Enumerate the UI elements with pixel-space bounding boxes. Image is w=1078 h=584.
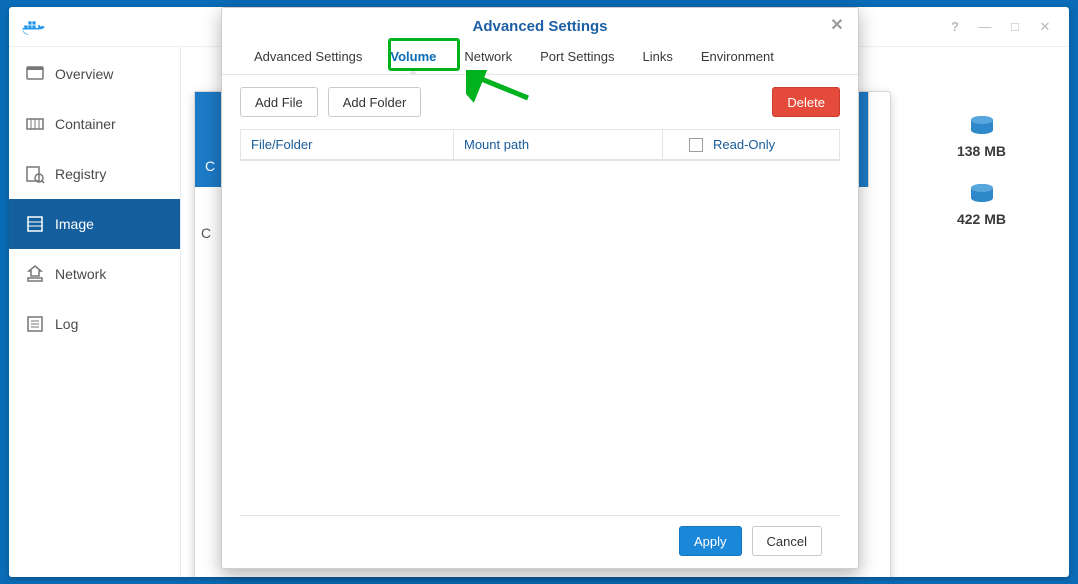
- log-icon: [25, 314, 45, 334]
- tab-port-settings[interactable]: Port Settings: [526, 41, 628, 74]
- disk-stack-icon: [968, 183, 996, 205]
- modal-body: Add File Add Folder Delete File/Folder M…: [222, 75, 858, 515]
- sidebar-item-overview[interactable]: Overview: [9, 49, 180, 99]
- tab-label: Links: [643, 49, 673, 64]
- tab-advanced-settings[interactable]: Advanced Settings: [240, 41, 376, 74]
- help-icon[interactable]: [943, 15, 967, 39]
- sidebar-item-label: Registry: [55, 166, 106, 182]
- window-minimize-icon[interactable]: [973, 15, 997, 39]
- window-maximize-icon[interactable]: [1003, 15, 1027, 39]
- registry-icon: [25, 164, 45, 184]
- sidebar-item-label: Image: [55, 216, 94, 232]
- add-file-button[interactable]: Add File: [240, 87, 318, 117]
- column-read-only-label: Read-Only: [713, 137, 775, 152]
- volume-table: File/Folder Mount path Read-Only: [240, 129, 840, 161]
- image-card[interactable]: 422 MB: [957, 183, 1006, 227]
- sidebar-item-label: Network: [55, 266, 106, 282]
- partial-text: C: [205, 158, 215, 174]
- tab-label: Port Settings: [540, 49, 614, 64]
- modal-title: Advanced Settings: [222, 8, 858, 41]
- tab-volume[interactable]: Volume: [376, 41, 450, 74]
- sidebar-item-log[interactable]: Log: [9, 299, 180, 349]
- add-folder-button[interactable]: Add Folder: [328, 87, 422, 117]
- tab-environment[interactable]: Environment: [687, 41, 788, 74]
- modal-close-icon[interactable]: [826, 14, 848, 36]
- delete-button[interactable]: Delete: [772, 87, 840, 117]
- column-read-only[interactable]: Read-Only: [663, 130, 839, 159]
- window-close-icon[interactable]: [1033, 15, 1057, 39]
- tab-network[interactable]: Network: [450, 41, 526, 74]
- image-size: 138 MB: [957, 143, 1006, 159]
- apply-button[interactable]: Apply: [679, 526, 742, 556]
- cancel-button[interactable]: Cancel: [752, 526, 822, 556]
- sidebar-item-label: Overview: [55, 66, 113, 82]
- read-only-checkbox[interactable]: [689, 138, 703, 152]
- image-size: 422 MB: [957, 211, 1006, 227]
- volume-table-header: File/Folder Mount path Read-Only: [241, 130, 839, 160]
- container-icon: [25, 114, 45, 134]
- overview-icon: [25, 64, 45, 84]
- sidebar-item-label: Container: [55, 116, 116, 132]
- tab-label: Environment: [701, 49, 774, 64]
- image-icon: [25, 214, 45, 234]
- modal-footer: Apply Cancel: [240, 515, 840, 568]
- docker-whale-icon: [21, 16, 47, 38]
- sidebar-item-network[interactable]: Network: [9, 249, 180, 299]
- sidebar-item-registry[interactable]: Registry: [9, 149, 180, 199]
- image-card[interactable]: 138 MB: [957, 115, 1006, 159]
- volume-toolbar: Add File Add Folder Delete: [240, 87, 840, 117]
- modal-tabs: Advanced Settings Volume Network Port Se…: [222, 41, 858, 75]
- advanced-settings-modal: Advanced Settings Advanced Settings Volu…: [221, 7, 859, 569]
- sidebar-item-container[interactable]: Container: [9, 99, 180, 149]
- network-icon: [25, 264, 45, 284]
- image-cards: 138 MB 422 MB: [894, 115, 1069, 227]
- sidebar-item-label: Log: [55, 316, 78, 332]
- disk-stack-icon: [968, 115, 996, 137]
- sidebar-item-image[interactable]: Image: [9, 199, 180, 249]
- tab-label: Volume: [390, 49, 436, 64]
- tab-label: Advanced Settings: [254, 49, 362, 64]
- column-mount-path[interactable]: Mount path: [454, 130, 663, 159]
- sidebar: Overview Container Registry Image: [9, 47, 181, 577]
- column-file-folder[interactable]: File/Folder: [241, 130, 454, 159]
- tab-label: Network: [464, 49, 512, 64]
- tab-links[interactable]: Links: [629, 41, 687, 74]
- partial-text: C: [201, 225, 211, 241]
- modal-title-text: Advanced Settings: [472, 18, 607, 35]
